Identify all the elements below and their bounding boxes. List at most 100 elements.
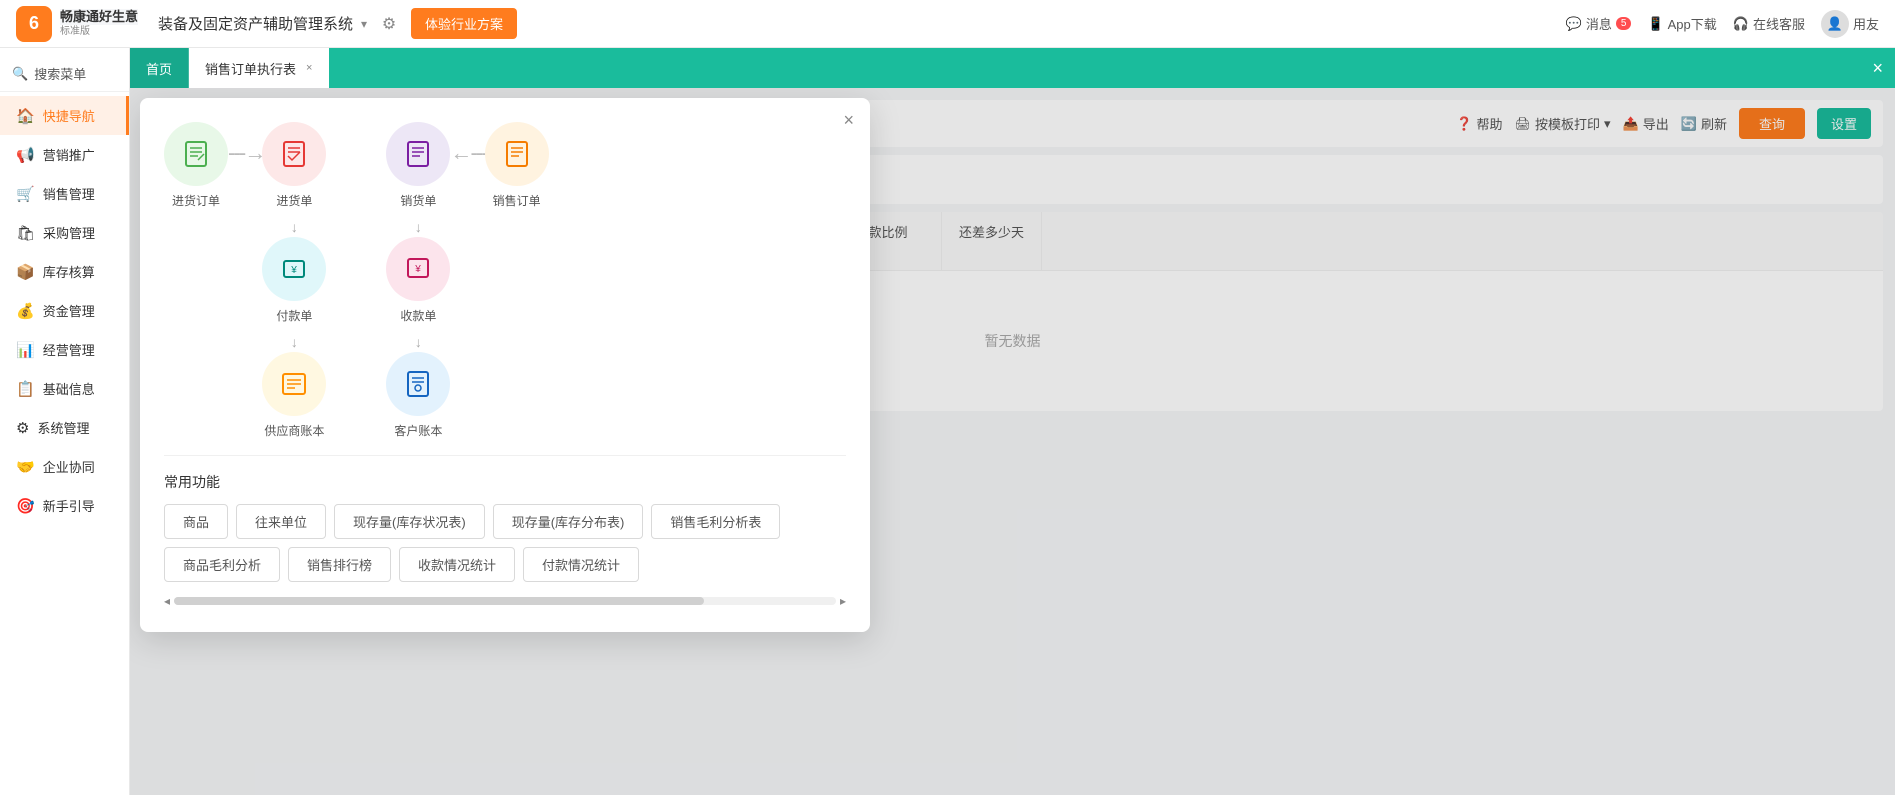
payment-bill-item[interactable]: ¥ 付款单	[262, 237, 326, 324]
common-function-button[interactable]: 收款情况统计	[399, 547, 515, 582]
common-function-button[interactable]: 往来单位	[236, 504, 326, 539]
customer-ledger-label: 客户账本	[394, 422, 442, 439]
supplier-ledger-item[interactable]: 供应商账本	[262, 352, 326, 439]
marketing-icon: 📢	[16, 146, 35, 164]
sales-bill-icon	[386, 122, 450, 186]
sidebar-item-operation[interactable]: 📊经营管理	[0, 330, 129, 369]
base-icon: 📋	[16, 380, 35, 398]
svg-text:¥: ¥	[291, 265, 298, 276]
sales-order-item[interactable]: 销售订单	[485, 122, 549, 209]
tab-sales-order-exec[interactable]: 销售订单执行表 ×	[189, 48, 329, 88]
supplier-ledger-label: 供应商账本	[264, 422, 324, 439]
purchase-bill-label: 进货单	[276, 192, 312, 209]
sidebar: 🔍 搜索菜单 🏠 快捷导航 📢 营销推广 🛒 销售管理 🛍 采购管理 📦 库存核算 💰 资金管理 📊经营…	[0, 48, 130, 795]
common-function-button[interactable]: 现存量(库存状况表)	[334, 504, 485, 539]
sidebar-item-purchase[interactable]: 🛍 采购管理	[0, 213, 129, 252]
supplier-ledger-icon	[262, 352, 326, 416]
inventory-icon: 📦	[16, 263, 35, 281]
sales-bill-item[interactable]: 销货单	[386, 122, 450, 209]
arrow-down-1: ↓	[291, 219, 298, 235]
flow-col-4: 销售订单	[485, 122, 549, 217]
system-label: 系统管理	[37, 418, 89, 437]
sidebar-item-guide[interactable]: 🎯新手引导	[0, 486, 129, 525]
logo-icon: 6	[16, 6, 52, 42]
message-button[interactable]: 💬 消息 5	[1566, 14, 1632, 33]
arrow-2: ← - - -	[450, 140, 484, 166]
experience-button[interactable]: 体验行业方案	[411, 8, 517, 39]
common-function-button[interactable]: 商品毛利分析	[164, 547, 280, 582]
common-function-button[interactable]: 商品	[164, 504, 228, 539]
content-area: ❓ 帮助 🖨 按模板打印 ▾ 📤 导出 🔄 刷新 查询 设置	[130, 88, 1895, 795]
marketing-label: 营销推广	[43, 145, 95, 164]
sidebar-item-collab[interactable]: 🤝 企业协同	[0, 447, 129, 486]
sales-icon: 🛒	[16, 185, 35, 203]
top-header: 6 畅康通好生意 标准版 装备及固定资产辅助管理系统 ▾ ⚙ 体验行业方案 💬 …	[0, 0, 1895, 48]
common-function-button[interactable]: 销售毛利分析表	[651, 504, 780, 539]
app-download-button[interactable]: 📱 App下载	[1647, 14, 1716, 33]
inventory-label: 库存核算	[43, 262, 95, 281]
sidebar-search[interactable]: 🔍 搜索菜单	[0, 56, 129, 92]
system-icon: ⚙	[16, 419, 29, 437]
customer-ledger-item[interactable]: 客户账本	[386, 352, 450, 439]
popup-close-button[interactable]: ×	[843, 110, 854, 131]
receipt-bill-item[interactable]: ¥ 收款单	[386, 237, 450, 324]
flow-col-3: 销货单 ↓ ¥ 收款单 ↓	[386, 122, 450, 447]
phone-icon: 📱	[1647, 16, 1663, 32]
logo-text: 畅康通好生意 标准版	[60, 9, 138, 39]
sidebar-item-sales[interactable]: 🛒 销售管理	[0, 174, 129, 213]
purchase-label: 采购管理	[43, 223, 95, 242]
quick-nav-label: 快捷导航	[43, 106, 95, 125]
quick-nav-icon: 🏠	[16, 107, 35, 125]
finance-label: 资金管理	[43, 301, 95, 320]
sidebar-item-system[interactable]: ⚙ 系统管理	[0, 408, 129, 447]
common-function-button[interactable]: 付款情况统计	[523, 547, 639, 582]
arrow-1: - - - →	[228, 140, 262, 166]
receipt-bill-label: 收款单	[400, 307, 436, 324]
sales-label: 销售管理	[43, 184, 95, 203]
title-dropdown-arrow[interactable]: ▾	[361, 17, 367, 31]
scroll-thumb[interactable]	[174, 597, 704, 605]
scroll-right-arrow[interactable]: ▸	[840, 594, 846, 608]
popup-overlay[interactable]: × 进货订单 - - - →	[130, 88, 1895, 795]
common-function-button[interactable]: 销售排行榜	[288, 547, 391, 582]
sidebar-item-finance[interactable]: 💰 资金管理	[0, 291, 129, 330]
arrow-down-2: ↓	[291, 334, 298, 350]
scroll-track[interactable]	[174, 597, 836, 605]
main-content: 首页 销售订单执行表 × × ❓ 帮助 🖨 按模板打印 ▾	[130, 48, 1895, 795]
collab-icon: 🤝	[16, 458, 35, 476]
sidebar-item-marketing[interactable]: 📢 营销推广	[0, 135, 129, 174]
sidebar-item-base[interactable]: 📋 基础信息	[0, 369, 129, 408]
settings-icon[interactable]: ⚙	[375, 10, 403, 38]
scroll-left-arrow[interactable]: ◂	[164, 594, 170, 608]
message-badge: 5	[1616, 17, 1632, 30]
user-area[interactable]: 👤 用友	[1821, 10, 1879, 38]
collab-label: 企业协同	[43, 457, 95, 476]
message-label: 消息	[1586, 14, 1612, 33]
purchase-order-item[interactable]: 进货订单	[164, 122, 228, 209]
header-right: 💬 消息 5 📱 App下载 🎧 在线客服 👤 用友	[1566, 10, 1879, 38]
sales-tab-label: 销售订单执行表	[205, 59, 296, 78]
purchase-bill-item[interactable]: 进货单	[262, 122, 326, 209]
sidebar-item-inventory[interactable]: 📦 库存核算	[0, 252, 129, 291]
home-tab-label: 首页	[146, 59, 172, 78]
common-function-button[interactable]: 现存量(库存分布表)	[493, 504, 644, 539]
flow-col-1: 进货订单	[164, 122, 228, 217]
purchase-icon: 🛍	[16, 224, 35, 242]
popup-scrollbar[interactable]: ◂ ▸	[164, 594, 846, 608]
close-all-tabs-button[interactable]: ×	[1860, 58, 1895, 79]
finance-icon: 💰	[16, 302, 35, 320]
guide-icon: 🎯	[16, 497, 35, 515]
search-label: 搜索菜单	[34, 64, 86, 83]
sidebar-items-container: 🏠 快捷导航 📢 营销推广 🛒 销售管理 🛍 采购管理 📦 库存核算 💰 资金管理 📊经营管理 📋 基础信息…	[0, 96, 129, 525]
tab-home[interactable]: 首页	[130, 48, 189, 88]
sidebar-item-quick-nav[interactable]: 🏠 快捷导航	[0, 96, 129, 135]
base-label: 基础信息	[43, 379, 95, 398]
online-service-button[interactable]: 🎧 在线客服	[1733, 14, 1805, 33]
arrow-down-4: ↓	[415, 334, 422, 350]
customer-ledger-icon	[386, 352, 450, 416]
svg-text:¥: ¥	[415, 264, 422, 275]
tab-close-icon[interactable]: ×	[306, 62, 312, 74]
purchase-order-icon	[164, 122, 228, 186]
tab-bar: 首页 销售订单执行表 × ×	[130, 48, 1895, 88]
user-name-label: 用友	[1853, 14, 1879, 33]
